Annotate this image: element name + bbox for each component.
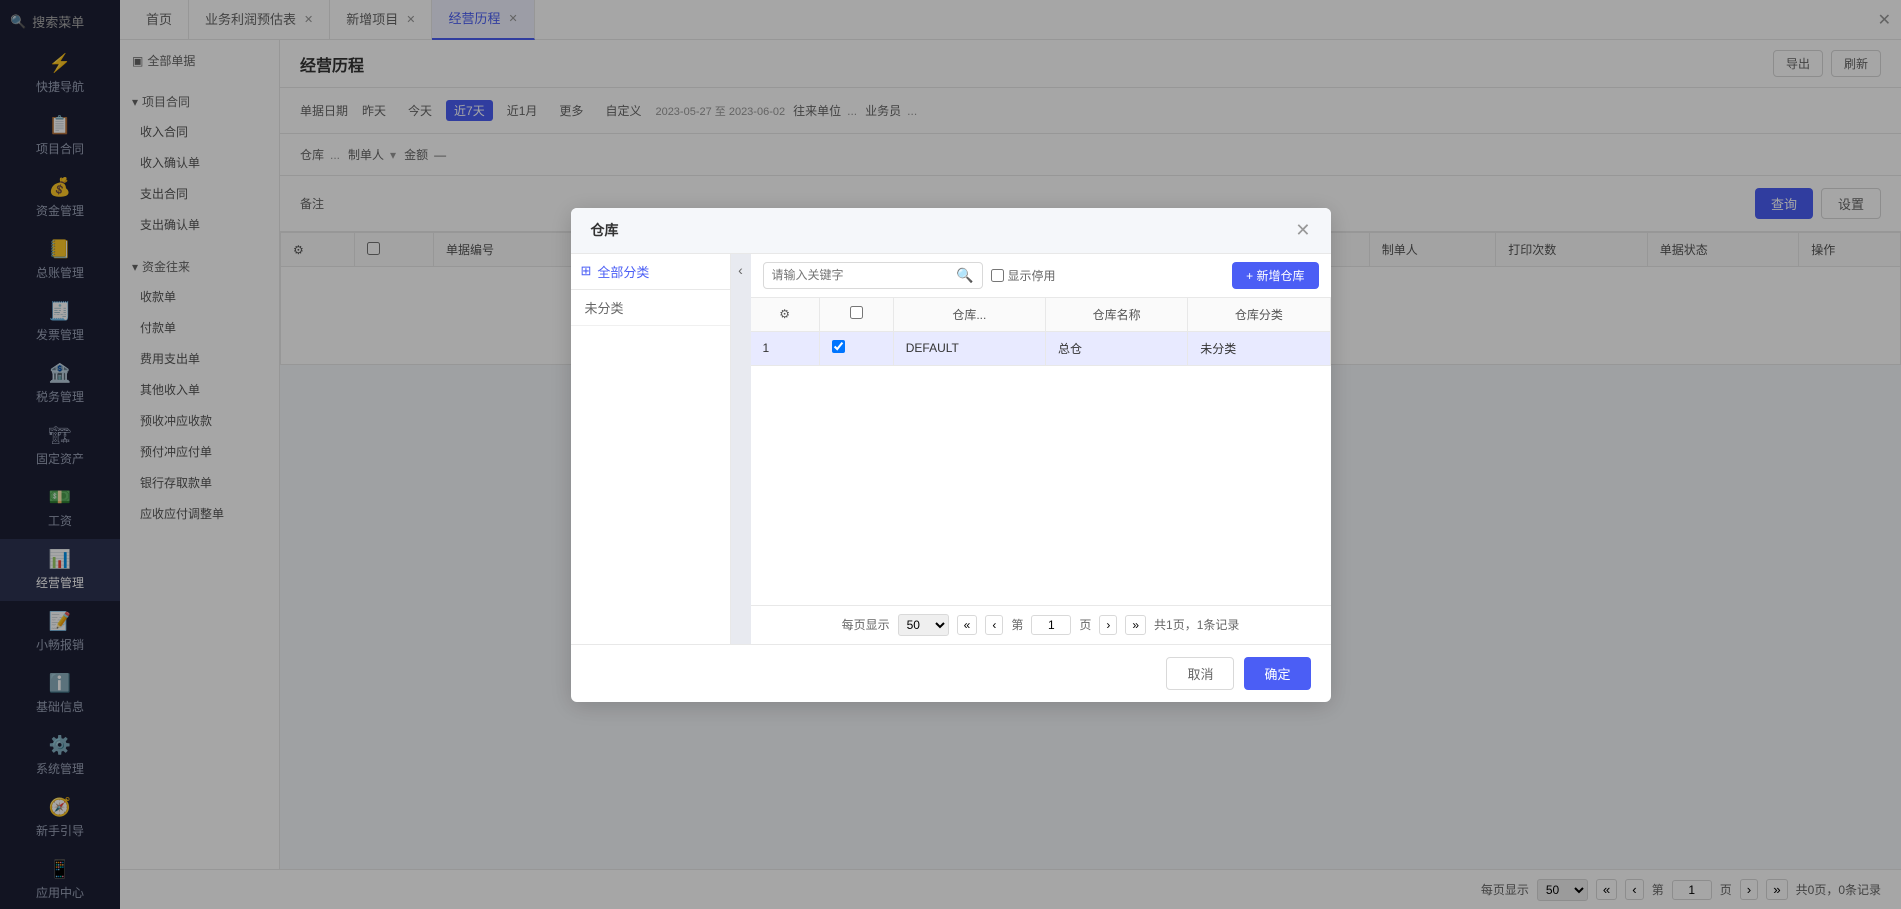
category-panel: ⊞ 全部分类 未分类: [571, 254, 731, 644]
table-panel: 🔍 显示停用 + 新增仓库 ⚙ 仓库...: [751, 254, 1331, 644]
show-disabled-label: 显示停用: [1008, 267, 1056, 284]
modal-overlay: 仓库 ✕ ⊞ 全部分类 未分类 ‹ 🔍: [0, 0, 1901, 909]
modal-footer: 取消 确定: [571, 644, 1331, 702]
modal-col-code: 仓库...: [893, 298, 1045, 332]
row-checkbox[interactable]: [819, 331, 893, 365]
modal-per-page-select[interactable]: 50 100: [898, 614, 949, 636]
modal-col-checkbox[interactable]: [819, 298, 893, 332]
row-code: DEFAULT: [893, 331, 1045, 365]
confirm-button[interactable]: 确定: [1244, 657, 1310, 690]
cancel-button[interactable]: 取消: [1166, 657, 1234, 690]
add-warehouse-button[interactable]: + 新增仓库: [1232, 262, 1318, 289]
modal-per-page-label: 每页显示: [842, 616, 890, 633]
modal-next-page-btn[interactable]: ›: [1099, 615, 1117, 635]
row-name: 总仓: [1045, 331, 1187, 365]
panel-toggle-btn[interactable]: ‹: [731, 254, 751, 644]
modal-header: 仓库 ✕: [571, 208, 1331, 254]
row-num: 1: [751, 331, 820, 365]
search-icon: 🔍: [956, 267, 973, 284]
modal-title: 仓库: [591, 220, 619, 240]
grid-icon: ⊞: [581, 263, 592, 279]
search-input-wrap: 🔍: [763, 262, 983, 289]
modal-page-input[interactable]: [1031, 615, 1071, 635]
warehouse-modal: 仓库 ✕ ⊞ 全部分类 未分类 ‹ 🔍: [571, 208, 1331, 702]
modal-total-text: 共1页，1条记录: [1154, 616, 1239, 633]
modal-table: ⚙ 仓库... 仓库名称 仓库分类 1 DEFAULT: [751, 298, 1331, 605]
modal-last-page-btn[interactable]: »: [1125, 615, 1146, 635]
modal-first-page-btn[interactable]: «: [957, 615, 978, 635]
warehouse-row[interactable]: 1 DEFAULT 总仓 未分类: [751, 331, 1331, 365]
modal-col-name: 仓库名称: [1045, 298, 1187, 332]
category-all-label: 全部分类: [597, 262, 649, 281]
modal-col-category: 仓库分类: [1188, 298, 1330, 332]
category-unclassified[interactable]: 未分类: [571, 290, 730, 326]
warehouse-search-input[interactable]: [772, 268, 953, 282]
row-category: 未分类: [1188, 331, 1330, 365]
modal-select-all[interactable]: [850, 306, 863, 319]
show-disabled-checkbox[interactable]: [991, 269, 1004, 282]
modal-col-settings[interactable]: ⚙: [751, 298, 820, 332]
category-all[interactable]: ⊞ 全部分类: [571, 254, 730, 290]
modal-page-suffix: 页: [1079, 616, 1091, 633]
row-select-checkbox[interactable]: [832, 340, 845, 353]
modal-toolbar: 🔍 显示停用 + 新增仓库: [751, 254, 1331, 298]
modal-close-icon[interactable]: ✕: [1295, 220, 1310, 241]
modal-pagination: 每页显示 50 100 « ‹ 第 页 › » 共1页，1条记录: [751, 605, 1331, 644]
modal-prev-page-btn[interactable]: ‹: [985, 615, 1003, 635]
category-unclassified-label: 未分类: [585, 301, 624, 316]
modal-page-label: 第: [1011, 616, 1023, 633]
modal-body: ⊞ 全部分类 未分类 ‹ 🔍 显示停用: [571, 254, 1331, 644]
show-disabled-wrap: 显示停用: [991, 267, 1056, 284]
